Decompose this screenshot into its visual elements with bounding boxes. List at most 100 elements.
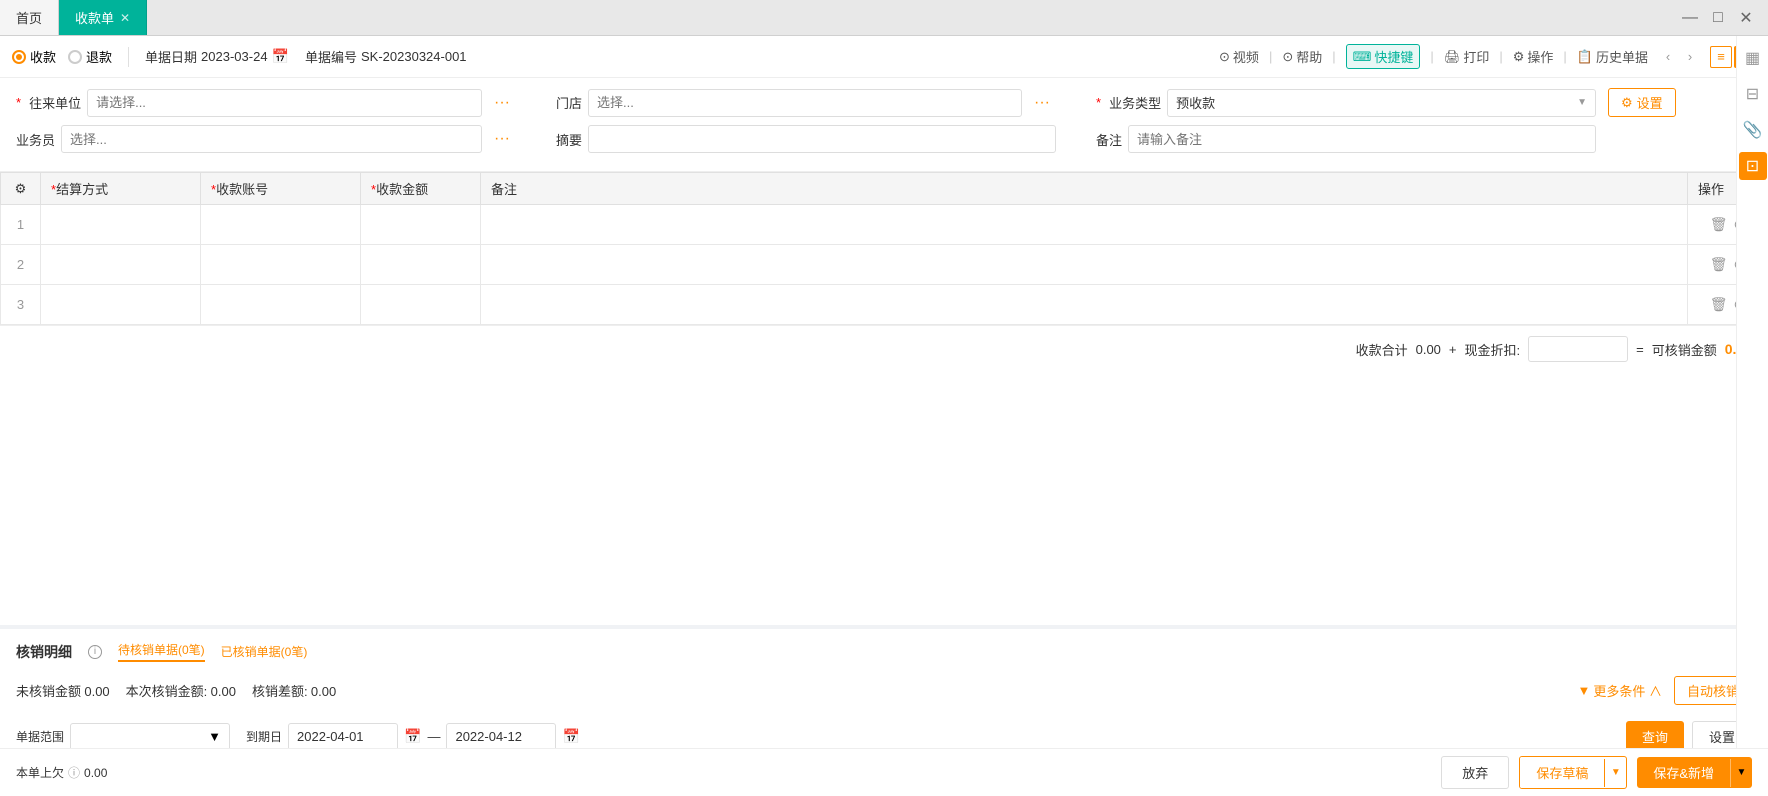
table-cell-remark-3[interactable]	[481, 285, 1688, 325]
maximize-button[interactable]: □	[1708, 8, 1728, 28]
sidebar-icon-attach[interactable]: 📎	[1739, 116, 1767, 144]
partner-more-button[interactable]: ···	[488, 94, 516, 112]
tab-home[interactable]: 首页	[0, 0, 59, 35]
table-header-gear[interactable]: ⚙	[1, 173, 41, 205]
business-type-select[interactable]: 预收款 ▼	[1167, 89, 1596, 117]
table-cell-account-1[interactable]	[201, 205, 361, 245]
range-dropdown-icon: ▼	[208, 729, 221, 744]
save-new-button[interactable]: 保存&新增	[1637, 757, 1730, 788]
history-icon: 📋	[1577, 49, 1593, 65]
sidebar-icon-list[interactable]: ⊟	[1739, 80, 1767, 108]
list-view-icon[interactable]: ≡	[1710, 46, 1732, 68]
history-button[interactable]: 📋 历史单据	[1577, 47, 1648, 66]
row-delete-icon-2[interactable]: 🗑	[1710, 256, 1728, 273]
number-value: SK-20230324-001	[361, 49, 467, 64]
due-label: 到期日	[246, 728, 282, 745]
video-icon: ⊙	[1219, 49, 1230, 65]
discard-button[interactable]: 放弃	[1441, 756, 1509, 789]
date-range-field: 到期日 2022-04-01 📅 — 2022-04-12 📅	[246, 723, 580, 751]
form-row-1: * 往来单位 ··· 门店 ··· * 业务类型 预收款 ▼	[16, 88, 1752, 117]
table-cell-remark-1[interactable]	[481, 205, 1688, 245]
operation-button[interactable]: ⚙ 操作	[1513, 47, 1554, 66]
store-field: 门店 ···	[556, 89, 1056, 117]
table-cell-amount-3[interactable]	[361, 285, 481, 325]
tab-receipt[interactable]: 收款单 ✕	[59, 0, 147, 35]
calendar-to-icon[interactable]: 📅	[562, 728, 579, 745]
staff-more-button[interactable]: ···	[488, 130, 516, 148]
settings-button[interactable]: ⚙ 设置	[1608, 88, 1676, 117]
save-draft-button[interactable]: 保存草稿	[1520, 757, 1604, 788]
total-value: 0.00	[1416, 342, 1441, 357]
discount-input[interactable]	[1528, 336, 1628, 362]
pending-tab[interactable]: 待核销单据(0笔)	[118, 641, 205, 662]
available-label: 可核销金额	[1652, 340, 1717, 359]
bottom-info-icon[interactable]: ⓘ	[68, 764, 80, 781]
bottom-bar: 本单上欠 ⓘ 0.00 放弃 保存草稿 ▼ 保存&新增 ▼	[0, 748, 1768, 796]
minimize-button[interactable]: —	[1680, 8, 1700, 28]
date-from-input[interactable]: 2022-04-01	[288, 723, 398, 751]
operation-icon: ⚙	[1513, 49, 1525, 65]
tab-bar: 首页 收款单 ✕ — □ ✕	[0, 0, 1768, 36]
partner-field: * 往来单位 ···	[16, 89, 516, 117]
table-cell-amount-1[interactable]	[361, 205, 481, 245]
nav-left-button[interactable]: ‹	[1658, 47, 1678, 67]
summary-label: 摘要	[556, 130, 582, 149]
row-delete-icon-1[interactable]: 🗑	[1710, 216, 1728, 233]
table-cell-amount-2[interactable]	[361, 245, 481, 285]
range-label: 单据范围	[16, 728, 64, 745]
save-draft-dropdown-button[interactable]: ▼	[1604, 759, 1626, 787]
bottom-info-value: 0.00	[84, 766, 107, 780]
store-input[interactable]	[588, 89, 1022, 117]
save-new-dropdown-button[interactable]: ▼	[1730, 759, 1752, 787]
date-label: 单据日期	[145, 47, 197, 66]
shortcut-button[interactable]: ⌨ 快捷键	[1346, 44, 1421, 69]
number-label: 单据编号	[305, 47, 357, 66]
tab-close-icon[interactable]: ✕	[120, 11, 130, 25]
business-type-value: 预收款	[1176, 93, 1573, 112]
total-label: 收款合计	[1356, 340, 1408, 359]
help-icon: ⊙	[1282, 49, 1293, 65]
range-select[interactable]: ▼	[70, 723, 230, 751]
bottom-info: 本单上欠 ⓘ 0.00	[16, 764, 107, 781]
table-header-amount: *收款金额	[361, 173, 481, 205]
shortcut-icon: ⌨	[1353, 49, 1372, 65]
table-cell-remark-2[interactable]	[481, 245, 1688, 285]
range-field: 单据范围 ▼	[16, 723, 230, 751]
date-to-input[interactable]: 2022-04-12	[446, 723, 556, 751]
row-delete-icon-3[interactable]: 🗑	[1710, 296, 1728, 313]
top-toolbar: 收款 退款 单据日期 2023-03-24 📅 单据编号 SK-20230324…	[0, 36, 1768, 78]
sidebar-icon-expand[interactable]: ⊡	[1739, 152, 1767, 180]
video-button[interactable]: ⊙ 视频	[1219, 47, 1259, 66]
staff-input[interactable]	[61, 125, 482, 153]
table-cell-settlement-3[interactable]	[41, 285, 201, 325]
unchecked-label: 未核销金额 0.00	[16, 681, 110, 700]
table-cell-settlement-2[interactable]	[41, 245, 201, 285]
calendar-from-icon[interactable]: 📅	[404, 728, 421, 745]
sidebar-icon-table[interactable]: ▦	[1739, 44, 1767, 72]
summary-input[interactable]	[588, 125, 1056, 153]
verify-info-icon[interactable]: i	[88, 645, 102, 659]
table-row: 2 🗑 ⊕	[1, 245, 1768, 285]
table-cell-settlement-1[interactable]	[41, 205, 201, 245]
print-button[interactable]: 🖨 打印	[1444, 47, 1490, 66]
radio-receipt[interactable]: 收款	[12, 47, 56, 66]
right-sidebar: ▦ ⊟ 📎 ⊡	[1736, 36, 1768, 748]
radio-refund[interactable]: 退款	[68, 47, 112, 66]
table-cell-account-2[interactable]	[201, 245, 361, 285]
more-conditions-button[interactable]: ▼ 更多条件 ∧	[1577, 681, 1662, 700]
done-tab[interactable]: 已核销单据(0笔)	[221, 643, 308, 660]
equals-sign: =	[1636, 342, 1644, 357]
business-type-field: * 业务类型 预收款 ▼	[1096, 89, 1596, 117]
table-row-num-3: 3	[1, 285, 41, 325]
help-button[interactable]: ⊙ 帮助	[1282, 47, 1322, 66]
toolbar-right: ⊙ 视频 | ⊙ 帮助 | ⌨ 快捷键 | 🖨 打印 | ⚙ 操作	[1219, 44, 1756, 69]
gear-icon: ⚙	[1621, 95, 1633, 111]
close-button[interactable]: ✕	[1736, 8, 1756, 28]
table-cell-account-3[interactable]	[201, 285, 361, 325]
radio-group: 收款 退款	[12, 47, 112, 66]
partner-input[interactable]	[87, 89, 482, 117]
nav-right-button[interactable]: ›	[1680, 47, 1700, 67]
note-input[interactable]	[1128, 125, 1596, 153]
store-more-button[interactable]: ···	[1028, 94, 1056, 112]
date-calendar-icon[interactable]: 📅	[272, 48, 289, 65]
